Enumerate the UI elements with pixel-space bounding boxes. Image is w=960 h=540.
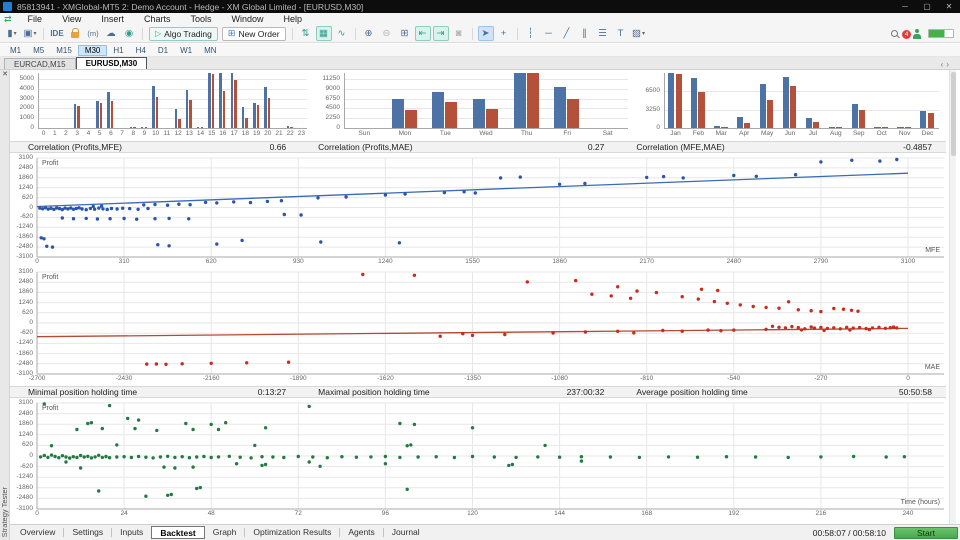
ide-button[interactable]: IDE xyxy=(49,26,65,41)
avg-holding-value: 50:50:58 xyxy=(898,387,932,397)
channel-tool-icon[interactable]: ∥ xyxy=(577,26,593,41)
corr-profits-mfe-label: Correlation (Profits,MFE) xyxy=(28,142,122,152)
screenshot-icon[interactable]: ◙ xyxy=(451,26,467,41)
tf-mn[interactable]: MN xyxy=(198,45,222,56)
vertical-scrollbar[interactable] xyxy=(949,70,956,524)
correlation-stats-row: Correlation (Profits,MFE) 0.66 Correlatio… xyxy=(10,141,946,153)
chart-shift-icon[interactable]: ⇤ xyxy=(414,26,431,41)
min-holding-value: 0:13:27 xyxy=(257,387,287,397)
auto-scroll-icon[interactable]: ⇥ xyxy=(432,26,449,41)
sync-icon: ⇄ xyxy=(4,13,12,24)
daily-profit-bar-chart: 0 2250 4500 6750 9000 11250 Sun Mon Tue Wed Thu Fri… xyxy=(318,71,633,139)
timeframe-bar: M1 M5 M15 M30 H1 H4 D1 W1 MN xyxy=(0,44,960,57)
tester-bottom-bar: Overview Settings Inputs Backtest Graph … xyxy=(10,524,960,540)
tf-h1[interactable]: H1 xyxy=(107,45,129,56)
community-user-icon[interactable] xyxy=(912,28,921,39)
start-button[interactable]: Start xyxy=(894,526,958,539)
hourly-profit-bar-chart: 0 1000 2000 3000 4000 5000 0 1 2 3 4 5 6 7 8 9 10 11 12 13 1… xyxy=(12,71,312,139)
metaeditor-lock-icon[interactable] xyxy=(67,26,83,41)
min-holding-label: Minimal position holding time xyxy=(28,387,138,397)
text-tool-icon[interactable]: T xyxy=(613,26,629,41)
shapes-dropdown[interactable]: ▨ ▾ xyxy=(631,26,647,41)
window-title: 85813941 - XMGlobal-MT5 2: Demo Account … xyxy=(17,1,364,12)
tab-journal[interactable]: Journal xyxy=(384,526,428,539)
community-icon[interactable]: ◉ xyxy=(121,26,137,41)
mae-profit-scatter: -3100 -2480 -1860 -1240 -620 0 620 1240 1860 2480… xyxy=(10,268,946,384)
menu-charts[interactable]: Charts xyxy=(134,14,181,24)
title-bar: 85813941 - XMGlobal-MT5 2: Demo Account … xyxy=(0,0,960,13)
tab-graph[interactable]: Graph xyxy=(205,526,245,539)
mt5-logo-icon xyxy=(3,2,12,11)
mt5-window: 85813941 - XMGlobal-MT5 2: Demo Account … xyxy=(0,0,960,540)
mfe-profit-scatter: -3100 -2480 -1860 -1240 -620 0 620 1240 1860 2480… xyxy=(10,154,946,267)
close-button[interactable]: ✕ xyxy=(938,2,960,11)
zoom-in-icon[interactable]: ⊕ xyxy=(361,26,377,41)
menu-view[interactable]: View xyxy=(52,14,91,24)
maximize-button[interactable]: ▢ xyxy=(916,2,938,11)
trendline-tool-icon[interactable]: ╱ xyxy=(559,26,575,41)
toolbar: ▮ ▾ ▣ ▾ IDE (m) ☁ ◉ ▷ Algo Trading ⊞ New Ord… xyxy=(0,25,960,43)
notification-badge: 4 xyxy=(902,29,911,39)
panel-close-icon[interactable]: ✕ xyxy=(0,70,10,80)
vertical-line-tool-icon[interactable]: ┆ xyxy=(523,26,539,41)
cloud-icon[interactable]: ☁ xyxy=(103,26,119,41)
menu-file[interactable]: File xyxy=(18,14,53,24)
corr-profits-mae-label: Correlation (Profits,MAE) xyxy=(318,142,413,152)
tab-agents[interactable]: Agents xyxy=(340,526,382,539)
indicator-window-dropdown[interactable]: ▣ ▾ xyxy=(22,26,38,41)
tab-optimization-results[interactable]: Optimization Results xyxy=(245,526,339,539)
chart-tab-eurusd[interactable]: EURUSD,M30 xyxy=(75,57,148,69)
menu-window[interactable]: Window xyxy=(221,14,273,24)
tf-m15[interactable]: M15 xyxy=(50,45,78,56)
strategy-tester-label: Strategy Tester xyxy=(0,486,9,537)
menu-tools[interactable]: Tools xyxy=(180,14,221,24)
algo-trading-button[interactable]: ▷ Algo Trading xyxy=(149,26,218,41)
tf-w1[interactable]: W1 xyxy=(174,45,198,56)
tick-chart-icon[interactable]: ⇅ xyxy=(298,26,314,41)
crosshair-tool-icon[interactable]: + xyxy=(496,26,512,41)
new-order-button[interactable]: ⊞ New Order xyxy=(221,26,286,41)
minimize-button[interactable]: ─ xyxy=(894,2,916,11)
tab-scroll-arrows[interactable]: ‹› xyxy=(941,60,960,69)
avg-holding-label: Average position holding time xyxy=(636,387,748,397)
monthly-profit-bar-chart: 0 3250 6500 Jan Feb Mar Apr May Jun Jul Aug Sep Oct N… xyxy=(638,71,944,139)
tf-m5[interactable]: M5 xyxy=(27,45,50,56)
chart-tab-eurcad[interactable]: EURCAD,M15 xyxy=(4,58,76,69)
chart-tab-strip: EURCAD,M15 EURUSD,M30 ‹› xyxy=(0,57,960,70)
tf-d1[interactable]: D1 xyxy=(152,45,174,56)
tab-inputs[interactable]: Inputs xyxy=(112,526,151,539)
corr-profits-mfe-value: 0.66 xyxy=(269,142,287,152)
max-holding-value: 237:00:32 xyxy=(566,387,605,397)
max-holding-label: Maximal position holding time xyxy=(318,387,430,397)
market-watch-icon[interactable]: ▦ xyxy=(315,26,332,41)
backtest-elapsed-time: 00:58:07 / 00:58:10 xyxy=(812,527,886,538)
tab-overview[interactable]: Overview xyxy=(12,526,63,539)
zoom-out-icon[interactable]: ⊖ xyxy=(379,26,395,41)
menu-bar: ⇄ File View Insert Charts Tools Window H… xyxy=(0,13,960,25)
tab-backtest[interactable]: Backtest xyxy=(151,526,205,539)
search-icon[interactable] xyxy=(891,30,898,37)
corr-mfe-mae-value: -0.4857 xyxy=(903,142,932,152)
corr-mfe-mae-label: Correlation (MFE,MAE) xyxy=(636,142,725,152)
menu-insert[interactable]: Insert xyxy=(91,14,134,24)
grid-icon[interactable]: ⊞ xyxy=(397,26,413,41)
menu-help[interactable]: Help xyxy=(273,14,312,24)
tf-m30[interactable]: M30 xyxy=(77,44,108,56)
tf-m1[interactable]: M1 xyxy=(4,45,27,56)
holding-time-stats-row: Minimal position holding time 0:13:27 Max… xyxy=(10,386,946,398)
connection-status-icon xyxy=(928,29,954,38)
scrollbar-thumb[interactable] xyxy=(951,72,956,156)
strategy-tester-strip: ✕ Strategy Tester xyxy=(0,70,10,540)
tf-h4[interactable]: H4 xyxy=(130,45,152,56)
mql-market-icon[interactable]: (m) xyxy=(85,26,101,41)
chart-type-dropdown[interactable]: ▮ ▾ xyxy=(4,26,20,41)
zigzag-icon[interactable]: ∿ xyxy=(334,26,350,41)
fibonacci-tool-icon[interactable]: ☰ xyxy=(595,26,611,41)
horizontal-line-tool-icon[interactable]: ─ xyxy=(541,26,557,41)
corr-profits-mae-value: 0.27 xyxy=(587,142,605,152)
holding-time-profit-scatter: -3100 -2480 -1860 -1240 -620 0 620 1240 1860 2480… xyxy=(10,399,946,519)
cursor-tool-icon[interactable]: ➤ xyxy=(477,26,494,41)
tab-settings[interactable]: Settings xyxy=(64,526,111,539)
